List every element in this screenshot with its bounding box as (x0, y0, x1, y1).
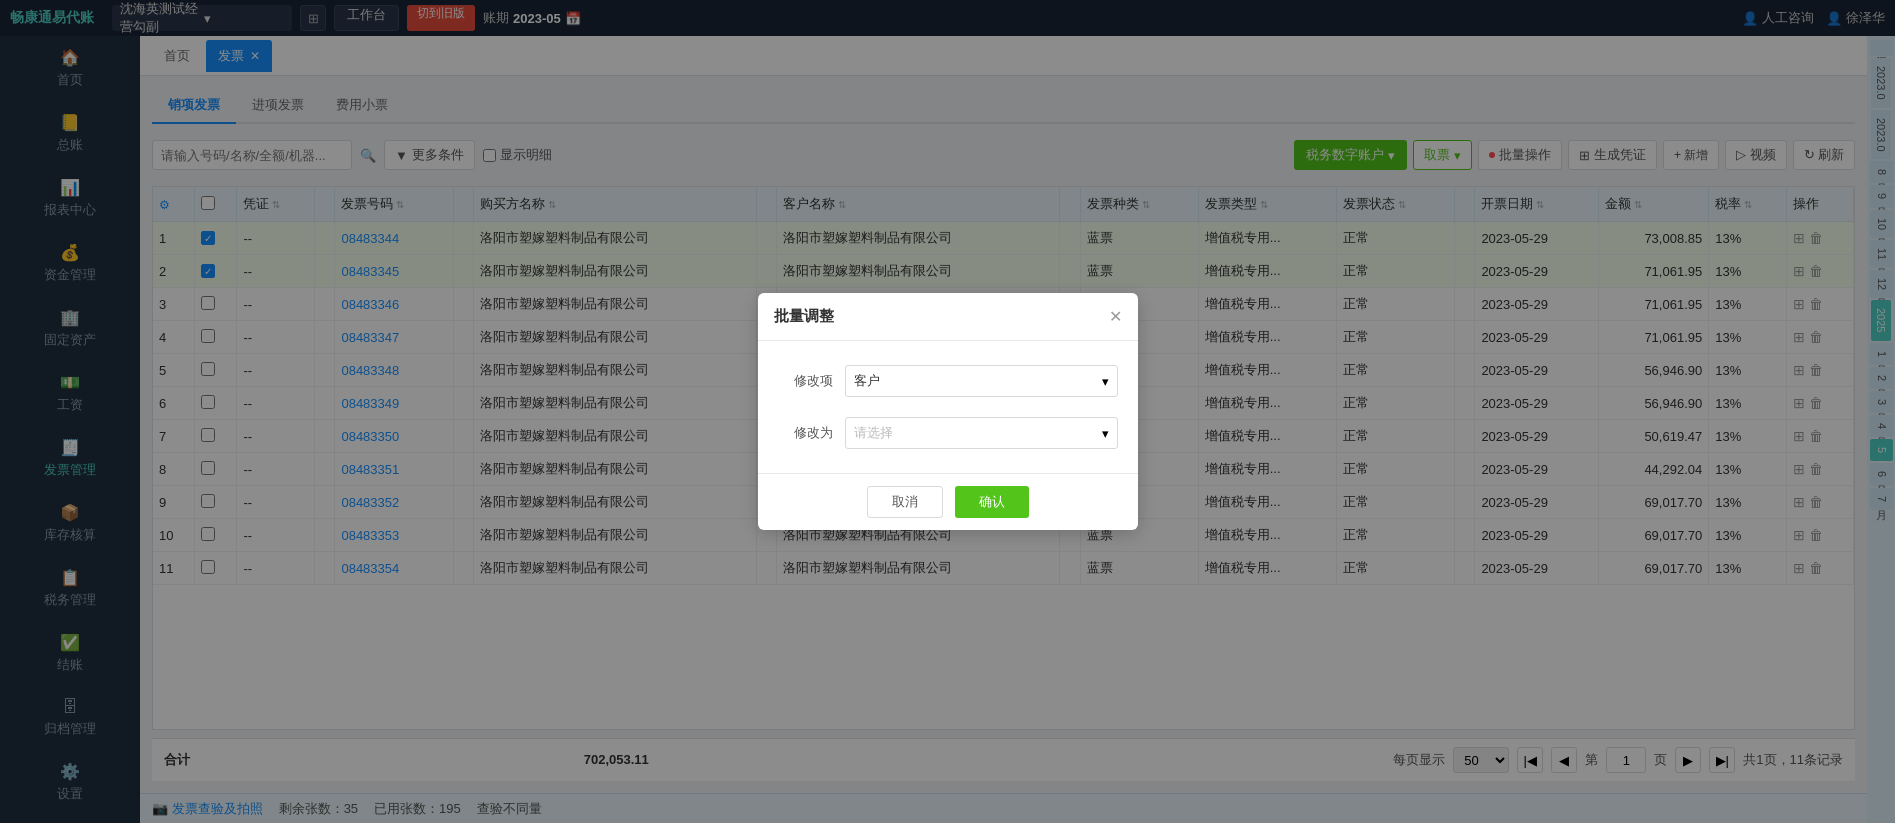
modal-change-chevron: ▾ (1102, 426, 1109, 441)
modal-body: 修改项 客户 ▾ 修改为 请选择 ▾ (758, 341, 1138, 473)
modal-change-placeholder: 请选择 (854, 424, 893, 442)
modal-field-chevron: ▾ (1102, 374, 1109, 389)
batch-adjust-modal: 批量调整 ✕ 修改项 客户 ▾ 修改为 请选择 ▾ 取消 确认 (758, 293, 1138, 530)
modal-cancel-btn[interactable]: 取消 (867, 486, 943, 518)
modal-close-btn[interactable]: ✕ (1109, 307, 1122, 326)
modal-confirm-btn[interactable]: 确认 (955, 486, 1029, 518)
modal-title: 批量调整 (774, 307, 834, 326)
modal-header: 批量调整 ✕ (758, 293, 1138, 341)
modal-change-field: 修改为 请选择 ▾ (778, 417, 1118, 449)
modal-footer: 取消 确认 (758, 473, 1138, 530)
modal-overlay[interactable]: 批量调整 ✕ 修改项 客户 ▾ 修改为 请选择 ▾ 取消 确认 (0, 0, 1895, 823)
modal-field-select[interactable]: 客户 ▾ (845, 365, 1118, 397)
modal-change-label: 修改为 (778, 424, 833, 442)
modal-field-value: 客户 (854, 372, 880, 390)
modal-change-select[interactable]: 请选择 ▾ (845, 417, 1118, 449)
modal-field-label: 修改项 (778, 372, 833, 390)
modal-field-item: 修改项 客户 ▾ (778, 365, 1118, 397)
